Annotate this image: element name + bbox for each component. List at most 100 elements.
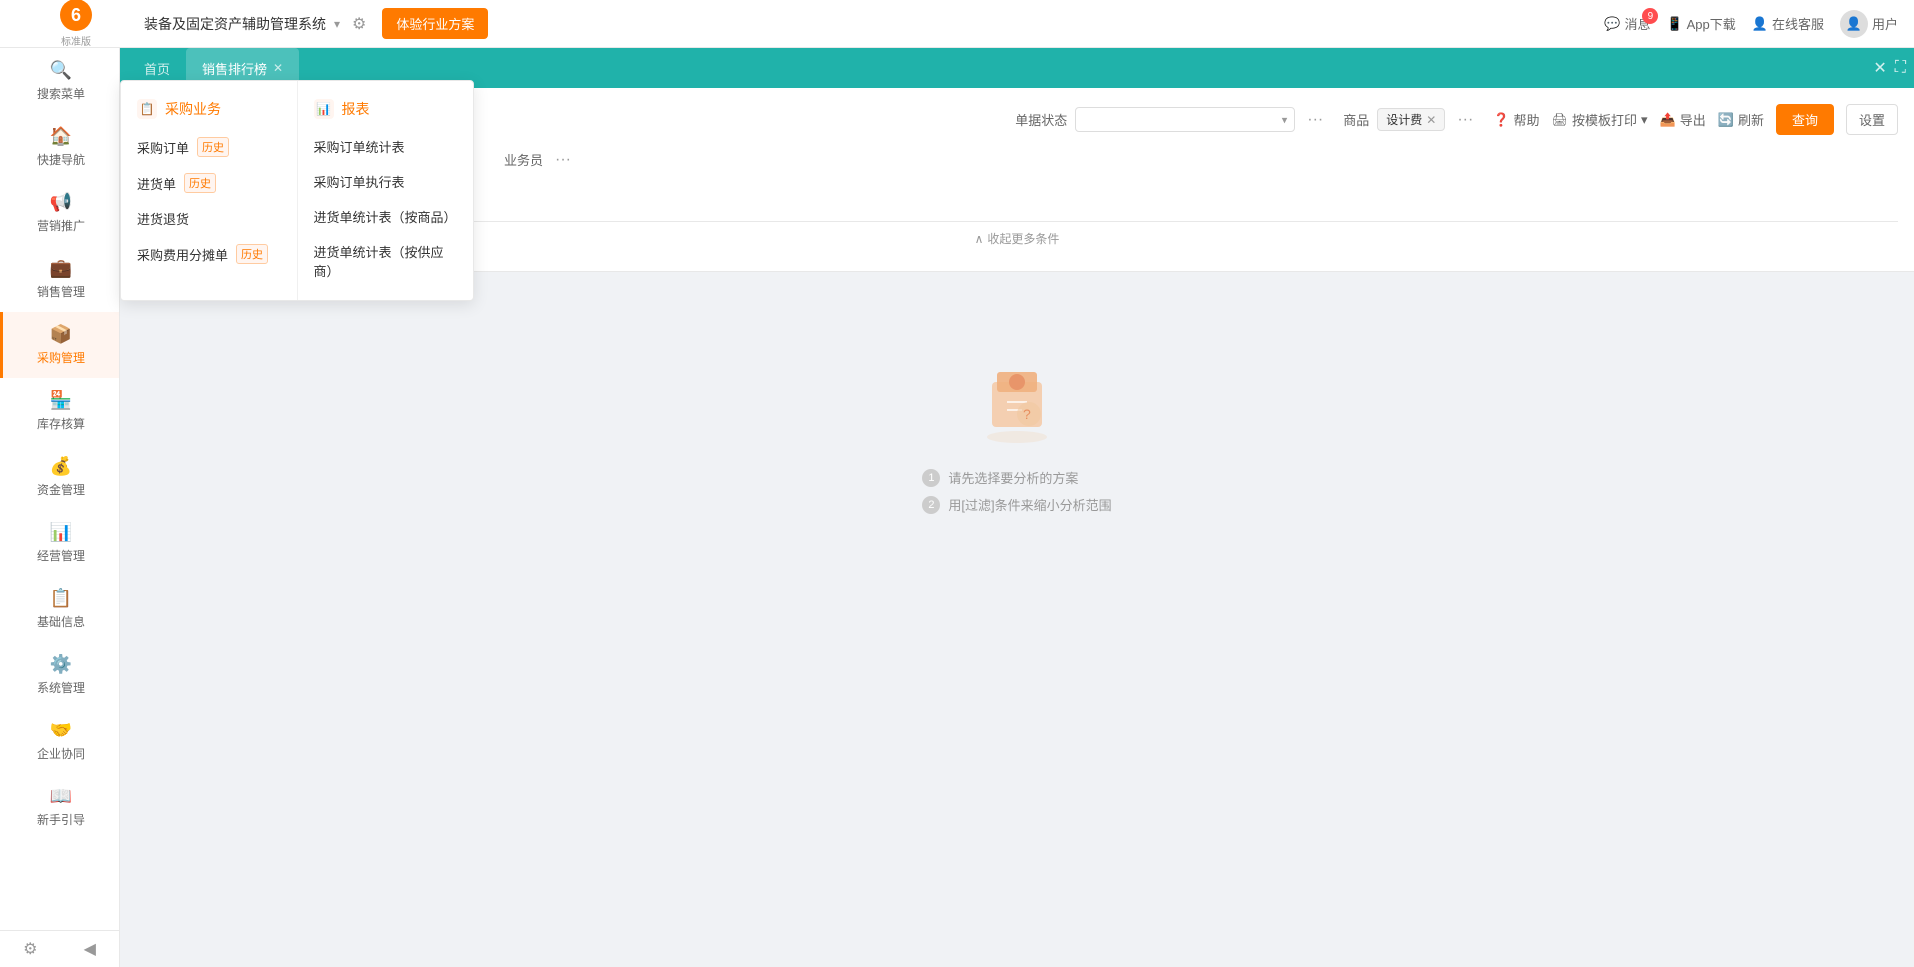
empty-state: ? 1 请先选择要分析的方案 2 用[过滤]条件来缩小分析范围	[120, 272, 1914, 594]
sidebar-item-quicknav[interactable]: 🏠 快捷导航	[0, 114, 119, 180]
tab-expand-icon[interactable]: ⛶	[1895, 59, 1906, 77]
print-label: 按模板打印	[1572, 110, 1637, 129]
print-btn[interactable]: 🖨 按模板打印 ▾	[1552, 110, 1648, 129]
enterprise-icon: 🤝	[50, 720, 72, 741]
query-btn[interactable]: 查询	[1776, 104, 1834, 135]
settings-btn[interactable]: 设置	[1846, 104, 1898, 135]
dropdown-purchase-header: 📋 采购业务	[121, 93, 297, 129]
app-icon: 📱	[1666, 16, 1682, 32]
system-title: 装备及固定资产辅助管理系统 ▾ ⚙ 体验行业方案	[144, 8, 1604, 39]
empty-hint-1: 1 请先选择要分析的方案	[922, 468, 1111, 487]
doc-status-label: 单据状态	[1015, 110, 1067, 129]
sidebar-item-enterprise[interactable]: 🤝 企业协同	[0, 708, 119, 774]
doc-status-dots[interactable]: ···	[1303, 111, 1327, 129]
hint-text-1: 请先选择要分析的方案	[948, 468, 1078, 487]
sidebar-bottom: ⚙ ◀	[0, 930, 119, 967]
system-name: 装备及固定资产辅助管理系统	[144, 14, 326, 34]
help-label: 帮助	[1513, 110, 1539, 129]
tab-home-label: 首页	[144, 59, 170, 78]
sidebar-item-inventory[interactable]: 🏪 库存核算	[0, 378, 119, 444]
cost-alloc-label: 采购费用分摊单	[137, 245, 228, 264]
tab-close-icon[interactable]: ✕	[273, 61, 283, 75]
dropdown-order-stats[interactable]: 采购订单统计表	[298, 129, 474, 164]
dropdown-inbound-stats-goods[interactable]: 进货单统计表（按商品）	[298, 199, 474, 234]
dropdown-purchase-order[interactable]: 采购订单 历史	[121, 129, 297, 165]
dropdown-order-exec[interactable]: 采购订单执行表	[298, 164, 474, 199]
hint-text-2: 用[过滤]条件来缩小分析范围	[948, 495, 1111, 514]
goods-dots[interactable]: ···	[1453, 111, 1477, 129]
hint-num-1: 1	[922, 469, 940, 487]
refresh-icon: 🔄	[1718, 112, 1734, 128]
dropdown-report-col: 📊 报表 采购订单统计表 采购订单执行表 进货单统计表（按商品） 进货单统计表（…	[298, 81, 474, 300]
service-icon: 👤	[1752, 16, 1768, 32]
inbound-label: 进货单	[137, 174, 176, 193]
empty-hints: 1 请先选择要分析的方案 2 用[过滤]条件来缩小分析范围	[922, 468, 1111, 514]
dropdown-report-icon: 📊	[314, 99, 334, 119]
user-label: 用户	[1872, 14, 1898, 33]
salesperson-dots[interactable]: ···	[551, 151, 575, 169]
dropdown-inbound-stats-supplier[interactable]: 进货单统计表（按供应商）	[298, 234, 474, 288]
message-icon: 💬	[1604, 16, 1620, 32]
sidebar-item-basic-info[interactable]: 📋 基础信息	[0, 576, 119, 642]
doc-status-select[interactable]	[1075, 107, 1295, 132]
home-icon: 🏠	[50, 126, 72, 147]
goods-tag: 设计费 ✕	[1377, 108, 1445, 131]
dropdown-report-header: 📊 报表	[298, 93, 474, 129]
beginner-icon: 📖	[50, 786, 72, 807]
goods-label: 商品	[1343, 110, 1369, 129]
system-settings-icon[interactable]: ⚙	[352, 14, 366, 34]
dropdown-inbound[interactable]: 进货单 历史	[121, 165, 297, 201]
doc-status-select-wrapper	[1075, 107, 1295, 132]
help-icon: ❓	[1493, 112, 1509, 128]
sidebar-label-purchase: 采购管理	[37, 349, 85, 366]
return-label: 进货退货	[137, 209, 189, 228]
header-right: 💬 消息 9 📱 App下载 👤 在线客服 👤 用户	[1604, 10, 1898, 38]
sidebar-label-beginner: 新手引导	[37, 811, 85, 828]
tab-window-close-icon[interactable]: ✕	[1873, 58, 1886, 78]
sidebar-item-operations[interactable]: 📊 经营管理	[0, 510, 119, 576]
dropdown-return[interactable]: 进货退货	[121, 201, 297, 236]
finance-icon: 💰	[50, 456, 72, 477]
marketing-icon: 📢	[50, 192, 72, 213]
order-stats-label: 采购订单统计表	[314, 137, 405, 156]
sidebar-settings-icon[interactable]: ⚙	[23, 939, 37, 959]
sidebar-item-sales[interactable]: 💼 销售管理	[0, 246, 119, 312]
goods-tag-close[interactable]: ✕	[1426, 113, 1436, 127]
online-service-action[interactable]: 👤 在线客服	[1752, 14, 1824, 33]
order-exec-label: 采购订单执行表	[314, 172, 405, 191]
refresh-btn[interactable]: 🔄 刷新	[1718, 110, 1764, 129]
basic-info-icon: 📋	[50, 588, 72, 609]
export-btn[interactable]: 📤 导出	[1660, 110, 1706, 129]
sidebar-item-marketing[interactable]: 📢 营销推广	[0, 180, 119, 246]
message-action[interactable]: 💬 消息 9	[1604, 14, 1650, 33]
dropdown-cost-alloc[interactable]: 采购费用分摊单 历史	[121, 236, 297, 272]
sidebar-label-marketing: 营销推广	[37, 217, 85, 234]
operations-icon: 📊	[50, 522, 72, 543]
collapse-label: 收起更多条件	[987, 230, 1059, 247]
system-dropdown-arrow[interactable]: ▾	[334, 17, 340, 31]
empty-illustration: ?	[967, 352, 1067, 452]
sidebar: 🔍 搜索菜单 🏠 快捷导航 📢 营销推广 💼 销售管理 📦 采购管理 🏪 库存核…	[0, 48, 120, 967]
user-avatar: 👤	[1840, 10, 1868, 38]
inbound-history: 历史	[184, 173, 216, 193]
print-dropdown-icon[interactable]: ▾	[1641, 112, 1648, 128]
sidebar-item-system[interactable]: ⚙️ 系统管理	[0, 642, 119, 708]
app-download-action[interactable]: 📱 App下载	[1666, 14, 1735, 33]
logo-text: 标准版	[61, 33, 91, 48]
collapse-up-icon: ∧	[975, 232, 984, 246]
tab-bar-right: ✕ ⛶	[1873, 58, 1906, 78]
user-action[interactable]: 👤 用户	[1840, 10, 1898, 38]
logo-icon: 6	[60, 0, 92, 31]
search-icon: 🔍	[50, 60, 72, 81]
industry-btn[interactable]: 体验行业方案	[382, 8, 488, 39]
sidebar-label-quicknav: 快捷导航	[37, 151, 85, 168]
sidebar-collapse-icon[interactable]: ◀	[84, 939, 96, 959]
sidebar-item-finance[interactable]: 💰 资金管理	[0, 444, 119, 510]
dropdown-purchase-title: 采购业务	[165, 99, 221, 119]
inventory-icon: 🏪	[50, 390, 72, 411]
help-btn[interactable]: ❓ 帮助	[1493, 110, 1539, 129]
sidebar-item-purchase[interactable]: 📦 采购管理	[0, 312, 119, 378]
dropdown-purchase-col: 📋 采购业务 采购订单 历史 进货单 历史 进货退货 采购费用分摊单 历史	[121, 81, 298, 300]
sidebar-item-search[interactable]: 🔍 搜索菜单	[0, 48, 119, 114]
sidebar-item-beginner[interactable]: 📖 新手引导	[0, 774, 119, 840]
